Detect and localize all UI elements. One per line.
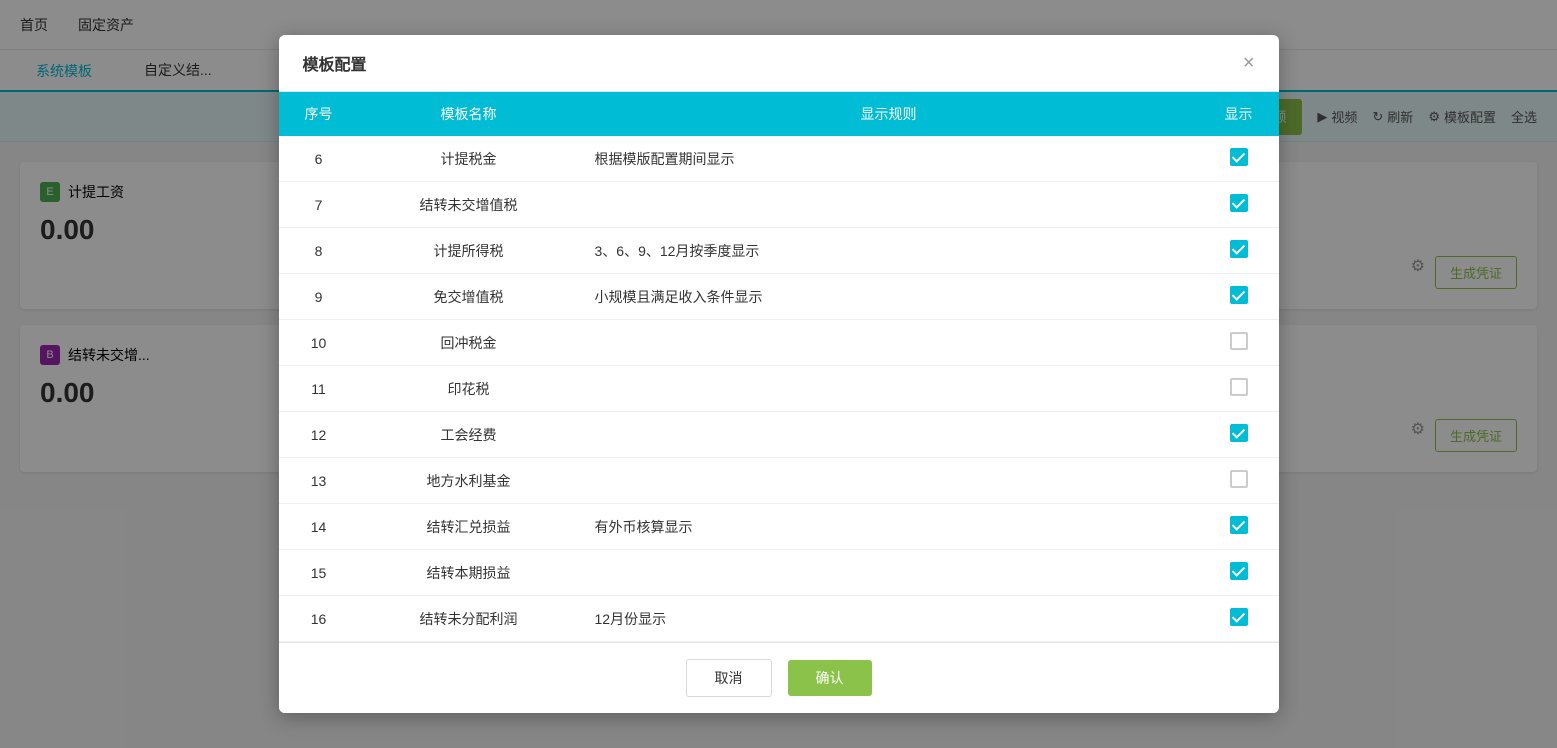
cell-index-3: 9 <box>279 274 359 320</box>
checkbox-12[interactable] <box>1230 424 1248 442</box>
cell-index-6: 12 <box>279 412 359 458</box>
dialog-template-config: 模板配置 × 序号 模板名称 显示规则 显示 6计提税金根据模版配置期间显示7结… <box>279 35 1279 713</box>
cell-check-0 <box>1199 136 1279 182</box>
table-row: 13地方水利基金 <box>279 458 1279 504</box>
cancel-button[interactable]: 取消 <box>686 659 772 697</box>
cell-name-10: 结转未分配利润 <box>359 596 579 642</box>
cell-name-5: 印花税 <box>359 366 579 412</box>
cell-check-7 <box>1199 458 1279 504</box>
dialog-title: 模板配置 <box>303 51 367 75</box>
table-row: 16结转未分配利润12月份显示 <box>279 596 1279 642</box>
confirm-button[interactable]: 确认 <box>788 660 872 696</box>
table-row: 9免交增值税小规模且满足收入条件显示 <box>279 274 1279 320</box>
cell-check-10 <box>1199 596 1279 642</box>
cell-check-1 <box>1199 182 1279 228</box>
cell-index-10: 16 <box>279 596 359 642</box>
dialog-footer: 取消 确认 <box>279 642 1279 713</box>
cell-index-9: 15 <box>279 550 359 596</box>
table-row: 7结转未交增值税 <box>279 182 1279 228</box>
table-row: 15结转本期损益 <box>279 550 1279 596</box>
table-body: 6计提税金根据模版配置期间显示7结转未交增值税8计提所得税3、6、9、12月按季… <box>279 136 1279 642</box>
cell-rule-0: 根据模版配置期间显示 <box>579 136 1199 182</box>
checkbox-10[interactable] <box>1230 332 1248 350</box>
cell-name-7: 地方水利基金 <box>359 458 579 504</box>
table-row: 12工会经费 <box>279 412 1279 458</box>
col-header-name: 模板名称 <box>359 92 579 136</box>
checkbox-6[interactable] <box>1230 148 1248 166</box>
cell-check-4 <box>1199 320 1279 366</box>
checkbox-11[interactable] <box>1230 378 1248 396</box>
table-row: 6计提税金根据模版配置期间显示 <box>279 136 1279 182</box>
table-header-row: 序号 模板名称 显示规则 显示 <box>279 92 1279 136</box>
modal-overlay: 模板配置 × 序号 模板名称 显示规则 显示 6计提税金根据模版配置期间显示7结… <box>0 0 1557 748</box>
cell-index-8: 14 <box>279 504 359 550</box>
cell-check-5 <box>1199 366 1279 412</box>
cell-check-6 <box>1199 412 1279 458</box>
dialog-body: 序号 模板名称 显示规则 显示 6计提税金根据模版配置期间显示7结转未交增值税8… <box>279 92 1279 642</box>
cell-rule-7 <box>579 458 1199 504</box>
cell-name-9: 结转本期损益 <box>359 550 579 596</box>
cell-name-2: 计提所得税 <box>359 228 579 274</box>
cell-rule-1 <box>579 182 1199 228</box>
table-row: 8计提所得税3、6、9、12月按季度显示 <box>279 228 1279 274</box>
cell-rule-10: 12月份显示 <box>579 596 1199 642</box>
checkbox-9[interactable] <box>1230 286 1248 304</box>
cell-name-1: 结转未交增值税 <box>359 182 579 228</box>
table-row: 10回冲税金 <box>279 320 1279 366</box>
cell-index-2: 8 <box>279 228 359 274</box>
dialog-close-button[interactable]: × <box>1243 53 1255 73</box>
checkbox-13[interactable] <box>1230 470 1248 488</box>
cell-name-8: 结转汇兑损益 <box>359 504 579 550</box>
cell-check-9 <box>1199 550 1279 596</box>
checkbox-8[interactable] <box>1230 240 1248 258</box>
cell-name-4: 回冲税金 <box>359 320 579 366</box>
cell-check-3 <box>1199 274 1279 320</box>
cell-index-7: 13 <box>279 458 359 504</box>
checkbox-15[interactable] <box>1230 562 1248 580</box>
checkbox-7[interactable] <box>1230 194 1248 212</box>
cell-index-5: 11 <box>279 366 359 412</box>
cell-name-3: 免交增值税 <box>359 274 579 320</box>
cell-index-1: 7 <box>279 182 359 228</box>
cell-rule-8: 有外币核算显示 <box>579 504 1199 550</box>
config-table: 序号 模板名称 显示规则 显示 6计提税金根据模版配置期间显示7结转未交增值税8… <box>279 92 1279 642</box>
cell-check-2 <box>1199 228 1279 274</box>
col-header-show: 显示 <box>1199 92 1279 136</box>
cell-index-4: 10 <box>279 320 359 366</box>
cell-rule-2: 3、6、9、12月按季度显示 <box>579 228 1199 274</box>
checkbox-16[interactable] <box>1230 608 1248 626</box>
table-row: 14结转汇兑损益有外币核算显示 <box>279 504 1279 550</box>
cell-name-0: 计提税金 <box>359 136 579 182</box>
cell-rule-3: 小规模且满足收入条件显示 <box>579 274 1199 320</box>
dialog-header: 模板配置 × <box>279 35 1279 92</box>
cell-rule-6 <box>579 412 1199 458</box>
cell-rule-4 <box>579 320 1199 366</box>
col-header-rule: 显示规则 <box>579 92 1199 136</box>
cell-name-6: 工会经费 <box>359 412 579 458</box>
cell-check-8 <box>1199 504 1279 550</box>
cell-rule-5 <box>579 366 1199 412</box>
table-row: 11印花税 <box>279 366 1279 412</box>
cell-rule-9 <box>579 550 1199 596</box>
col-header-index: 序号 <box>279 92 359 136</box>
cell-index-0: 6 <box>279 136 359 182</box>
checkbox-14[interactable] <box>1230 516 1248 534</box>
